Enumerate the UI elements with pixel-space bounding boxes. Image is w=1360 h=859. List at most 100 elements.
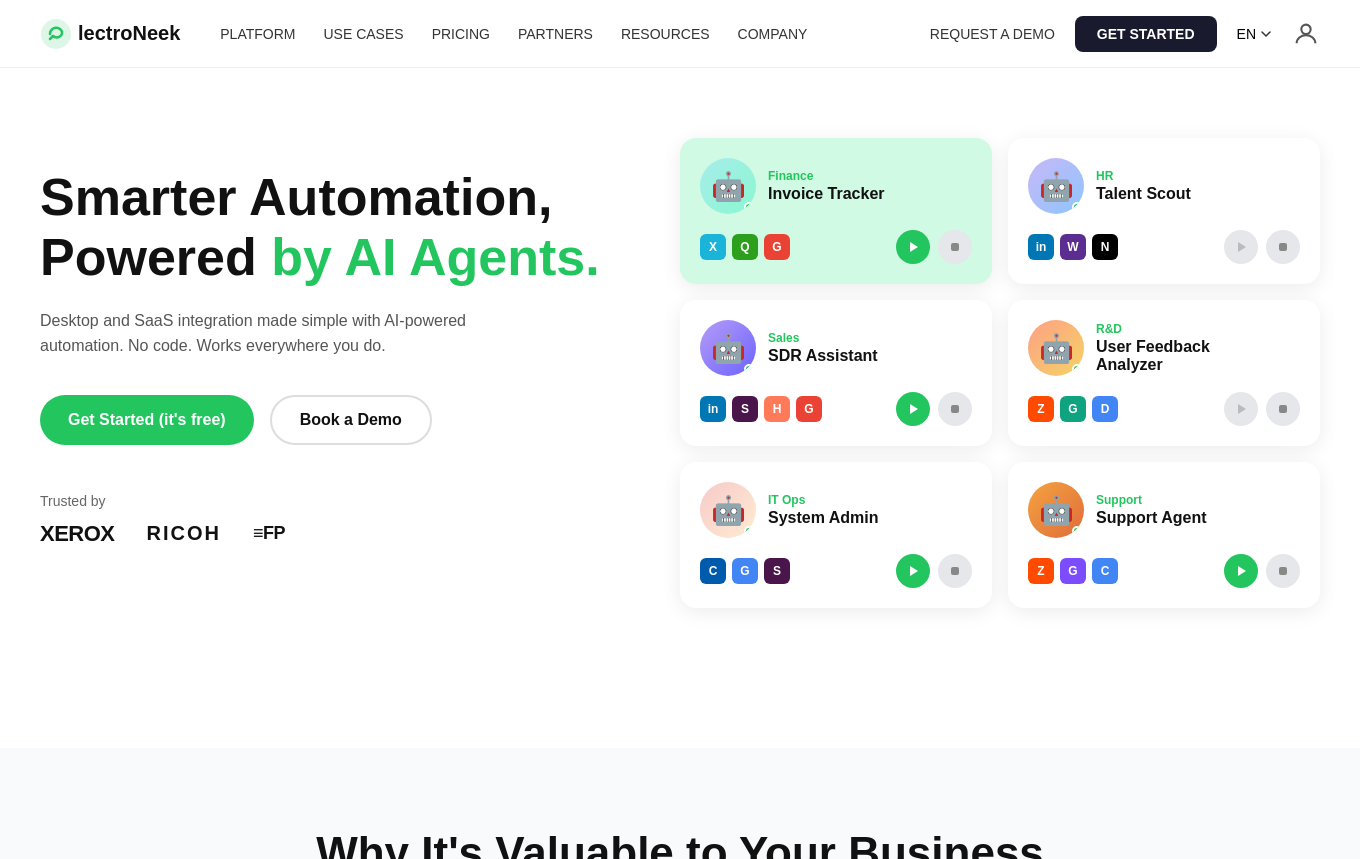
agent-tools-finance: X Q G	[700, 234, 790, 260]
citrix-tool-icon: C	[700, 558, 726, 584]
stop-button-hr[interactable]	[1266, 230, 1300, 264]
play-button-it[interactable]	[896, 554, 930, 588]
agent-footer-support: Z G C	[1028, 554, 1300, 588]
agent-tools-hr: in W N	[1028, 234, 1118, 260]
chevron-down-icon	[1260, 28, 1272, 40]
nav-partners[interactable]: PARTNERS	[518, 26, 593, 42]
agent-avatar-hr: 🤖	[1028, 158, 1084, 214]
nav-pricing[interactable]: PRICING	[432, 26, 490, 42]
agent-info-rd: R&D User Feedback Analyzer	[1096, 322, 1210, 374]
agent-actions-hr	[1224, 230, 1300, 264]
hero-title: Smarter Automation, Powered by AI Agents…	[40, 168, 620, 288]
hero-right: 🤖 Finance Invoice Tracker X Q G	[680, 128, 1320, 608]
bottom-section: Why It's Valuable to Your Business Make …	[0, 748, 1360, 859]
user-icon[interactable]	[1292, 20, 1320, 48]
gpt-tool-icon-rd: G	[1060, 396, 1086, 422]
agent-actions-it	[896, 554, 972, 588]
bottom-title: Why It's Valuable to Your Business	[40, 828, 1320, 859]
stop-button-sales[interactable]	[938, 392, 972, 426]
play-button-finance[interactable]	[896, 230, 930, 264]
ufp-logo: ≡FP	[253, 523, 285, 544]
wc-tool-icon: W	[1060, 234, 1086, 260]
agent-card-it: 🤖 IT Ops System Admin C G S	[680, 462, 992, 608]
svg-rect-11	[951, 567, 959, 575]
xero-tool-icon: X	[700, 234, 726, 260]
agent-header-sales: 🤖 Sales SDR Assistant	[700, 320, 972, 376]
chrome-tool-icon-support: C	[1092, 558, 1118, 584]
nav-platform[interactable]: PLATFORM	[220, 26, 295, 42]
agent-tools-rd: Z G D	[1028, 396, 1118, 422]
agent-header-rd: 🤖 R&D User Feedback Analyzer	[1028, 320, 1300, 376]
agent-name-rd: User Feedback Analyzer	[1096, 338, 1210, 374]
stop-button-it[interactable]	[938, 554, 972, 588]
get-started-hero-button[interactable]: Get Started (it's free)	[40, 395, 254, 445]
play-button-rd[interactable]	[1224, 392, 1258, 426]
stop-button-finance[interactable]	[938, 230, 972, 264]
play-button-sales[interactable]	[896, 392, 930, 426]
hubspot-tool-icon-sales: H	[764, 396, 790, 422]
svg-rect-9	[1279, 405, 1287, 413]
get-started-button[interactable]: GET STARTED	[1075, 16, 1217, 52]
svg-rect-5	[1279, 243, 1287, 251]
agent-avatar-support: 🤖	[1028, 482, 1084, 538]
navbar: lectroNeek PLATFORM USE CASES PRICING PA…	[0, 0, 1360, 68]
agent-name-hr: Talent Scout	[1096, 185, 1191, 203]
lang-text: EN	[1237, 26, 1256, 42]
agent-status-dot-hr	[1072, 202, 1082, 212]
agent-category-rd: R&D	[1096, 322, 1210, 336]
agent-name-it: System Admin	[768, 509, 879, 527]
svg-marker-2	[910, 242, 918, 252]
play-icon-rd	[1234, 402, 1248, 416]
svg-rect-3	[951, 243, 959, 251]
nav-resources[interactable]: RESOURCES	[621, 26, 710, 42]
agent-card-support: 🤖 Support Support Agent Z G C	[1008, 462, 1320, 608]
agent-avatar-rd: 🤖	[1028, 320, 1084, 376]
agent-info-sales: Sales SDR Assistant	[768, 331, 878, 365]
play-button-hr[interactable]	[1224, 230, 1258, 264]
agent-header-it: 🤖 IT Ops System Admin	[700, 482, 972, 538]
nav-company[interactable]: COMPANY	[738, 26, 808, 42]
agent-card-sales: 🤖 Sales SDR Assistant in S H G	[680, 300, 992, 446]
svg-point-1	[1301, 24, 1310, 33]
agent-footer-it: C G S	[700, 554, 972, 588]
hero-left: Smarter Automation, Powered by AI Agents…	[40, 128, 620, 547]
play-icon-sales	[906, 402, 920, 416]
agent-actions-sales	[896, 392, 972, 426]
play-button-support[interactable]	[1224, 554, 1258, 588]
agent-avatar-finance: 🤖	[700, 158, 756, 214]
stop-button-rd[interactable]	[1266, 392, 1300, 426]
agent-name-finance: Invoice Tracker	[768, 185, 885, 203]
stop-icon-rd	[1276, 402, 1290, 416]
agent-category-it: IT Ops	[768, 493, 879, 507]
book-demo-button[interactable]: Book a Demo	[270, 395, 432, 445]
qb-tool-icon: Q	[732, 234, 758, 260]
stop-button-support[interactable]	[1266, 554, 1300, 588]
agent-header-finance: 🤖 Finance Invoice Tracker	[700, 158, 972, 214]
svg-rect-13	[1279, 567, 1287, 575]
play-icon	[906, 240, 920, 254]
play-icon-it	[906, 564, 920, 578]
hero-description: Desktop and SaaS integration made simple…	[40, 308, 540, 359]
agent-info-hr: HR Talent Scout	[1096, 169, 1191, 203]
svg-marker-10	[910, 566, 918, 576]
agent-header-support: 🤖 Support Support Agent	[1028, 482, 1300, 538]
language-selector[interactable]: EN	[1237, 26, 1272, 42]
trusted-logos: XEROX RICOH ≡FP	[40, 521, 620, 547]
hero-section: Smarter Automation, Powered by AI Agents…	[0, 68, 1360, 748]
play-icon-support	[1234, 564, 1248, 578]
agent-actions-finance	[896, 230, 972, 264]
li-tool-icon: in	[1028, 234, 1054, 260]
hero-title-line1: Smarter Automation,	[40, 168, 552, 226]
nav-left: lectroNeek PLATFORM USE CASES PRICING PA…	[40, 18, 807, 50]
svg-marker-4	[1238, 242, 1246, 252]
slack-tool-icon-sales: S	[732, 396, 758, 422]
agent-status-dot-it	[744, 526, 754, 536]
agent-header-hr: 🤖 HR Talent Scout	[1028, 158, 1300, 214]
agent-footer-finance: X Q G	[700, 230, 972, 264]
li-tool-icon-sales: in	[700, 396, 726, 422]
svg-marker-12	[1238, 566, 1246, 576]
agent-footer-sales: in S H G	[700, 392, 972, 426]
logo[interactable]: lectroNeek	[40, 18, 180, 50]
request-demo-link[interactable]: REQUEST A DEMO	[930, 26, 1055, 42]
nav-use-cases[interactable]: USE CASES	[323, 26, 403, 42]
